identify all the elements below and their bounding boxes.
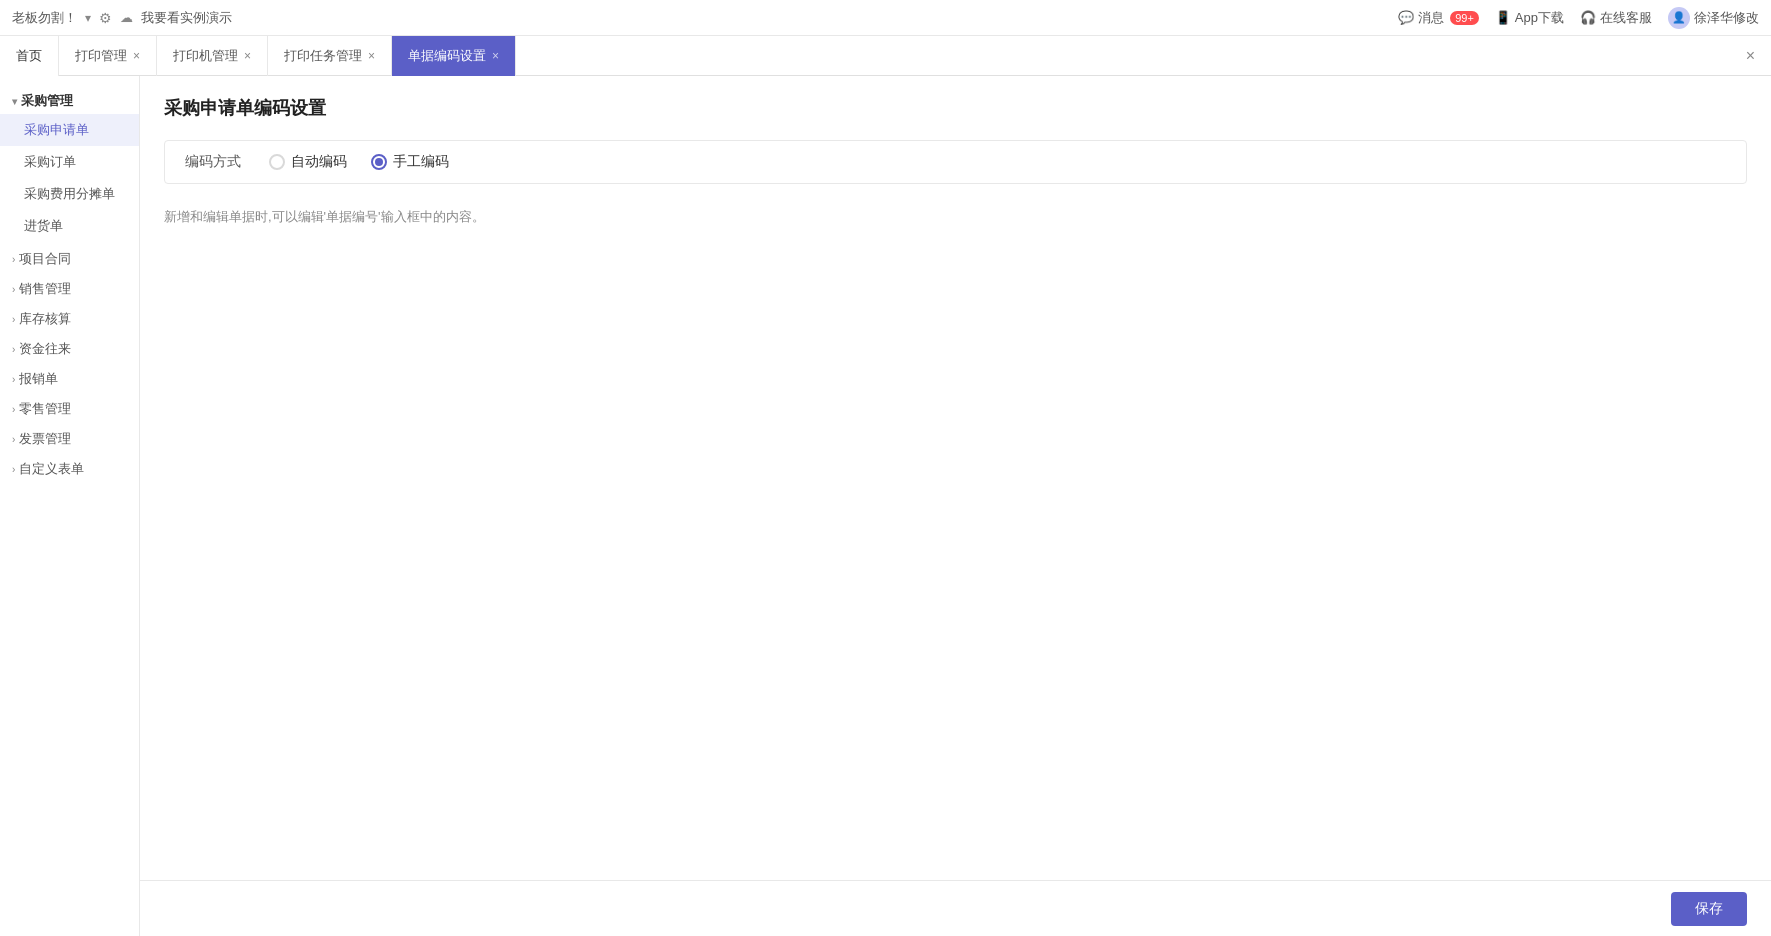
user-name: 徐泽华修改 <box>1694 9 1759 27</box>
tab-print-task-mgmt[interactable]: 打印任务管理 × <box>268 36 392 76</box>
sidebar-group-custom-form[interactable]: › 自定义表单 <box>0 452 139 482</box>
app-download-label: App下载 <box>1515 9 1564 27</box>
tab-barcode-settings-label: 单据编码设置 <box>408 47 486 65</box>
content-area: 采购申请单编码设置 编码方式 自动编码 手工编码 新增和编辑单据时,可以编辑'单… <box>140 76 1771 936</box>
tab-barcode-settings[interactable]: 单据编码设置 × <box>392 36 516 76</box>
radio-manual-code-circle <box>371 154 387 170</box>
chevron-right-icon-4: › <box>12 344 15 355</box>
tab-print-task-mgmt-label: 打印任务管理 <box>284 47 362 65</box>
online-service-button[interactable]: 🎧 在线客服 <box>1580 9 1652 27</box>
tab-close-printer-mgmt[interactable]: × <box>244 49 251 63</box>
info-text: 新增和编辑单据时,可以编辑'单据编号'输入框中的内容。 <box>164 200 1747 234</box>
app-download-button[interactable]: 📱 App下载 <box>1495 9 1564 27</box>
sidebar-group-inventory[interactable]: › 库存核算 <box>0 302 139 332</box>
radio-auto-code-label: 自动编码 <box>291 153 347 171</box>
top-bar-left: 老板勿割！ ▾ ⚙ ☁ 我要看实例演示 <box>12 9 232 27</box>
content-inner: 采购申请单编码设置 编码方式 自动编码 手工编码 新增和编辑单据时,可以编辑'单… <box>140 76 1771 254</box>
sidebar-group-inventory-label: 库存核算 <box>19 310 71 328</box>
message-badge: 99+ <box>1450 11 1479 25</box>
radio-manual-code[interactable]: 手工编码 <box>371 153 449 171</box>
sidebar-group-returns-label: 报销单 <box>19 370 58 388</box>
cloud-icon: ☁ <box>120 10 133 25</box>
chevron-down-icon[interactable]: ▾ <box>85 11 91 25</box>
demo-link[interactable]: 我要看实例演示 <box>141 9 232 27</box>
encoding-section: 编码方式 自动编码 手工编码 <box>164 140 1747 184</box>
sidebar-group-project-contract[interactable]: › 项目合同 <box>0 242 139 272</box>
user-profile-button[interactable]: 👤 徐泽华修改 <box>1668 7 1759 29</box>
tab-home-label: 首页 <box>16 47 42 65</box>
tab-close-barcode-settings[interactable]: × <box>492 49 499 63</box>
sidebar-item-purchase-order[interactable]: 采购订单 <box>0 146 139 178</box>
tab-close-print-mgmt[interactable]: × <box>133 49 140 63</box>
headphone-icon: 🎧 <box>1580 10 1596 25</box>
page-title: 采购申请单编码设置 <box>164 96 1747 120</box>
sidebar-group-fund-flow-label: 资金往来 <box>19 340 71 358</box>
sidebar-group-fund-flow[interactable]: › 资金往来 <box>0 332 139 362</box>
save-button[interactable]: 保存 <box>1671 892 1747 926</box>
bottom-bar: 保存 <box>140 880 1771 936</box>
sidebar-group-returns[interactable]: › 报销单 <box>0 362 139 392</box>
chevron-right-icon-6: › <box>12 404 15 415</box>
tab-home[interactable]: 首页 <box>0 36 59 76</box>
sidebar-item-purchase-request[interactable]: 采购申请单 <box>0 114 139 146</box>
sidebar-item-purchase-request-label: 采购申请单 <box>24 122 89 137</box>
message-label: 消息 <box>1418 9 1444 27</box>
sidebar-item-incoming-goods-label: 进货单 <box>24 218 63 233</box>
sidebar-group-retail-mgmt-label: 零售管理 <box>19 400 71 418</box>
avatar-icon: 👤 <box>1668 7 1690 29</box>
top-bar: 老板勿割！ ▾ ⚙ ☁ 我要看实例演示 💬 消息 99+ 📱 App下载 🎧 在… <box>0 0 1771 36</box>
online-service-label: 在线客服 <box>1600 9 1652 27</box>
chevron-right-icon-2: › <box>12 284 15 295</box>
tab-bar: 首页 打印管理 × 打印机管理 × 打印任务管理 × 单据编码设置 × × <box>0 36 1771 76</box>
sidebar-group-custom-form-label: 自定义表单 <box>19 460 84 478</box>
sidebar-group-sales-mgmt[interactable]: › 销售管理 <box>0 272 139 302</box>
tab-print-mgmt[interactable]: 打印管理 × <box>59 36 157 76</box>
encoding-label: 编码方式 <box>185 153 245 171</box>
tab-printer-mgmt-label: 打印机管理 <box>173 47 238 65</box>
arrow-down-icon: ▾ <box>12 96 17 107</box>
radio-auto-code-circle <box>269 154 285 170</box>
sidebar-item-incoming-goods[interactable]: 进货单 <box>0 210 139 242</box>
tab-printer-mgmt[interactable]: 打印机管理 × <box>157 36 268 76</box>
brand-text: 老板勿割！ <box>12 9 77 27</box>
sidebar-item-purchase-expense[interactable]: 采购费用分摊单 <box>0 178 139 210</box>
chevron-right-icon-5: › <box>12 374 15 385</box>
main-layout: ▾ 采购管理 采购申请单 采购订单 采购费用分摊单 进货单 › 项目合同 › 销… <box>0 76 1771 936</box>
sidebar-group-purchase-mgmt-label: 采购管理 <box>21 92 73 110</box>
sidebar-group-invoice-mgmt[interactable]: › 发票管理 <box>0 422 139 452</box>
sidebar-item-purchase-expense-label: 采购费用分摊单 <box>24 186 115 201</box>
message-icon: 💬 <box>1398 10 1414 25</box>
radio-manual-code-label: 手工编码 <box>393 153 449 171</box>
chevron-right-icon-3: › <box>12 314 15 325</box>
tab-print-mgmt-label: 打印管理 <box>75 47 127 65</box>
mobile-icon: 📱 <box>1495 10 1511 25</box>
close-all-tabs-button[interactable]: × <box>1730 36 1771 76</box>
top-bar-right: 💬 消息 99+ 📱 App下载 🎧 在线客服 👤 徐泽华修改 <box>1398 7 1759 29</box>
sidebar-group-retail-mgmt[interactable]: › 零售管理 <box>0 392 139 422</box>
sidebar-group-project-contract-label: 项目合同 <box>19 250 71 268</box>
sidebar-group-purchase-mgmt[interactable]: ▾ 采购管理 <box>0 84 139 114</box>
sidebar-group-sales-mgmt-label: 销售管理 <box>19 280 71 298</box>
chevron-right-icon: › <box>12 254 15 265</box>
sidebar: ▾ 采购管理 采购申请单 采购订单 采购费用分摊单 进货单 › 项目合同 › 销… <box>0 76 140 936</box>
radio-auto-code[interactable]: 自动编码 <box>269 153 347 171</box>
chevron-right-icon-8: › <box>12 464 15 475</box>
gear-icon[interactable]: ⚙ <box>99 10 112 26</box>
radio-group: 自动编码 手工编码 <box>269 153 449 171</box>
sidebar-item-purchase-order-label: 采购订单 <box>24 154 76 169</box>
message-button[interactable]: 💬 消息 99+ <box>1398 9 1479 27</box>
sidebar-group-invoice-mgmt-label: 发票管理 <box>19 430 71 448</box>
tab-close-print-task-mgmt[interactable]: × <box>368 49 375 63</box>
chevron-right-icon-7: › <box>12 434 15 445</box>
